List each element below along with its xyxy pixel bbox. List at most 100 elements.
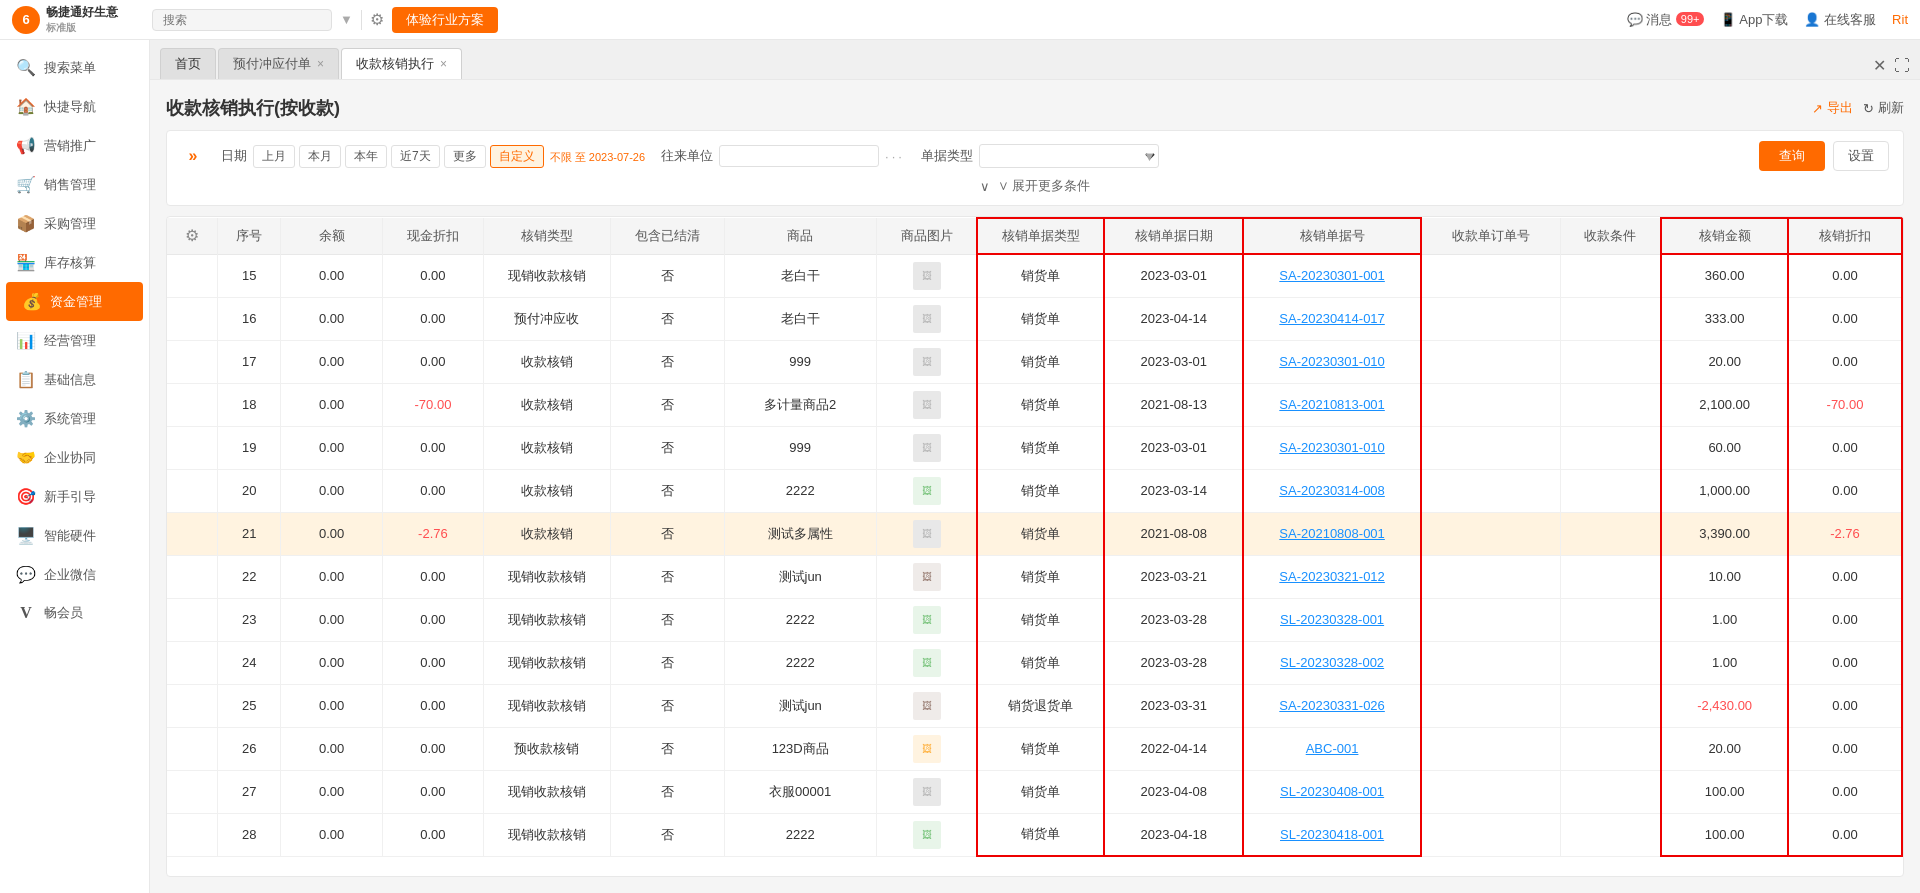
tab-home[interactable]: 首页: [160, 48, 216, 79]
expand-conditions-button[interactable]: ∨ ∨ 展开更多条件: [980, 177, 1091, 195]
th-verify-bill-date: 核销单据日期: [1104, 218, 1243, 254]
tab-receipt-verify[interactable]: 收款核销执行 ×: [341, 48, 462, 79]
table-gear-button[interactable]: ⚙: [185, 226, 199, 245]
td-balance: 0.00: [281, 598, 382, 641]
td-verify-type: 现销收款核销: [484, 684, 611, 727]
sidebar-item-guide[interactable]: 🎯 新手引导: [0, 477, 149, 516]
th-include-settled: 包含已结清: [610, 218, 724, 254]
sidebar-item-enterprise[interactable]: 🤝 企业协同: [0, 438, 149, 477]
td-include-settled: 否: [610, 598, 724, 641]
td-verify-bill-no[interactable]: SL-20230418-001: [1243, 813, 1420, 856]
maximize-button[interactable]: ⛶: [1894, 57, 1910, 75]
message-badge: 99+: [1676, 12, 1705, 26]
td-seq: 25: [218, 684, 281, 727]
expand-icon: ∨: [980, 179, 990, 194]
guide-icon: 🎯: [16, 487, 36, 506]
app-download[interactable]: 📱 App下载: [1720, 11, 1788, 29]
sidebar-item-finance[interactable]: 💰 资金管理: [6, 282, 143, 321]
td-verify-bill-no[interactable]: SA-20230301-010: [1243, 340, 1420, 383]
td-verify-amount: 1,000.00: [1661, 469, 1788, 512]
td-verify-bill-no[interactable]: SA-20230314-008: [1243, 469, 1420, 512]
tab-prepay-close[interactable]: ×: [317, 57, 324, 71]
close-tab-button[interactable]: ✕: [1873, 56, 1886, 75]
sidebar-item-search[interactable]: 🔍 搜索菜单: [0, 48, 149, 87]
td-include-settled: 否: [610, 813, 724, 856]
td-verify-bill-no[interactable]: SA-20230321-012: [1243, 555, 1420, 598]
td-verify-discount: 0.00: [1788, 641, 1902, 684]
counterpart-input[interactable]: [719, 145, 879, 167]
purchase-icon: 📦: [16, 214, 36, 233]
sidebar-item-marketing[interactable]: 📢 营销推广: [0, 126, 149, 165]
table-footer: 40,556,66... 952.24: [167, 876, 1903, 877]
th-verify-bill-type: 核销单据类型: [977, 218, 1104, 254]
td-goods-img: 🖼: [876, 555, 977, 598]
td-gear: [167, 598, 218, 641]
table-scroll[interactable]: ⚙ 序号 余额 现金折扣 核销类型 包含已结清 商品 商品图片 核销单据类型: [167, 217, 1903, 876]
logo-text: 畅捷通好生意: [46, 4, 118, 21]
table-body: 15 0.00 0.00 现销收款核销 否 老白干 🖼 销货单 2023-03-…: [167, 254, 1902, 856]
filter-dots: ···: [885, 149, 905, 164]
online-service[interactable]: 👤 在线客服: [1804, 11, 1876, 29]
date-btn-this-month[interactable]: 本月: [299, 145, 341, 168]
tab-receipt-verify-close[interactable]: ×: [440, 57, 447, 71]
td-include-settled: 否: [610, 469, 724, 512]
td-verify-bill-no[interactable]: SA-20210813-001: [1243, 383, 1420, 426]
system-icon: ⚙️: [16, 409, 36, 428]
solution-button[interactable]: 体验行业方案: [392, 7, 498, 33]
td-verify-bill-no[interactable]: SL-20230408-001: [1243, 770, 1420, 813]
date-btn-last-month[interactable]: 上月: [253, 145, 295, 168]
date-btn-this-year[interactable]: 本年: [345, 145, 387, 168]
dropdown-trigger[interactable]: ▼: [340, 12, 353, 27]
sidebar-item-purchase[interactable]: 📦 采购管理: [0, 204, 149, 243]
date-btn-custom[interactable]: 自定义: [490, 145, 544, 168]
query-button[interactable]: 查询: [1759, 141, 1825, 171]
date-btn-7days[interactable]: 近7天: [391, 145, 440, 168]
voucher-type-select[interactable]: [979, 144, 1159, 168]
td-include-settled: 否: [610, 340, 724, 383]
td-verify-bill-no[interactable]: SA-20230301-010: [1243, 426, 1420, 469]
td-cash-discount: 0.00: [382, 555, 483, 598]
top-bar-center: ▼ ⚙ 体验行业方案: [152, 7, 1617, 33]
table-row: 28 0.00 0.00 现销收款核销 否 2222 🖼 销货单 2023-04…: [167, 813, 1902, 856]
tab-prepay[interactable]: 预付冲应付单 ×: [218, 48, 339, 79]
td-receipt-order-no: [1421, 770, 1560, 813]
sidebar-item-sales[interactable]: 🛒 销售管理: [0, 165, 149, 204]
sidebar-item-inventory[interactable]: 🏪 库存核算: [0, 243, 149, 282]
td-verify-bill-date: 2021-08-13: [1104, 383, 1243, 426]
td-verify-bill-no[interactable]: ABC-001: [1243, 727, 1420, 770]
sidebar-item-business[interactable]: 📊 经营管理: [0, 321, 149, 360]
user-name[interactable]: Rit: [1892, 12, 1908, 27]
td-verify-bill-no[interactable]: SA-20230301-001: [1243, 254, 1420, 297]
td-verify-type: 现销收款核销: [484, 555, 611, 598]
sidebar-item-basic-info[interactable]: 📋 基础信息: [0, 360, 149, 399]
td-cash-discount: 0.00: [382, 469, 483, 512]
td-verify-bill-no[interactable]: SL-20230328-001: [1243, 598, 1420, 641]
date-btn-more[interactable]: 更多: [444, 145, 486, 168]
td-receipt-order-no: [1421, 340, 1560, 383]
td-verify-bill-no[interactable]: SA-20210808-001: [1243, 512, 1420, 555]
refresh-button[interactable]: ↻ 刷新: [1863, 99, 1904, 117]
table-row: 22 0.00 0.00 现销收款核销 否 测试jun 🖼 销货单 2023-0…: [167, 555, 1902, 598]
filter-expand-button[interactable]: »: [181, 144, 205, 168]
export-button[interactable]: ↗ 导出: [1812, 99, 1853, 117]
td-verify-bill-no[interactable]: SA-20230414-017: [1243, 297, 1420, 340]
td-verify-discount: -70.00: [1788, 383, 1902, 426]
sidebar-item-wechat[interactable]: 💬 企业微信: [0, 555, 149, 594]
td-verify-discount: 0.00: [1788, 770, 1902, 813]
td-seq: 26: [218, 727, 281, 770]
message-icon[interactable]: 💬 消息 99+: [1627, 11, 1705, 29]
top-bar: 6 畅捷通好生意 标准版 ▼ ⚙ 体验行业方案 💬 消息 99+ 📱 App下载…: [0, 0, 1920, 40]
td-receipt-condition: [1560, 254, 1661, 297]
td-verify-bill-no[interactable]: SL-20230328-002: [1243, 641, 1420, 684]
smart-hw-icon: 🖥️: [16, 526, 36, 545]
settings-button[interactable]: 设置: [1833, 141, 1889, 171]
td-verify-bill-no[interactable]: SA-20230331-026: [1243, 684, 1420, 727]
sidebar-item-system[interactable]: ⚙️ 系统管理: [0, 399, 149, 438]
search-input[interactable]: [152, 9, 332, 31]
td-verify-bill-type: 销货退货单: [977, 684, 1104, 727]
gear-button[interactable]: ⚙: [370, 10, 384, 29]
sidebar-item-quick-nav[interactable]: 🏠 快捷导航: [0, 87, 149, 126]
sidebar-item-member[interactable]: V 畅会员: [0, 594, 149, 632]
td-verify-bill-type: 销货单: [977, 254, 1104, 297]
sidebar-item-smart-hw[interactable]: 🖥️ 智能硬件: [0, 516, 149, 555]
